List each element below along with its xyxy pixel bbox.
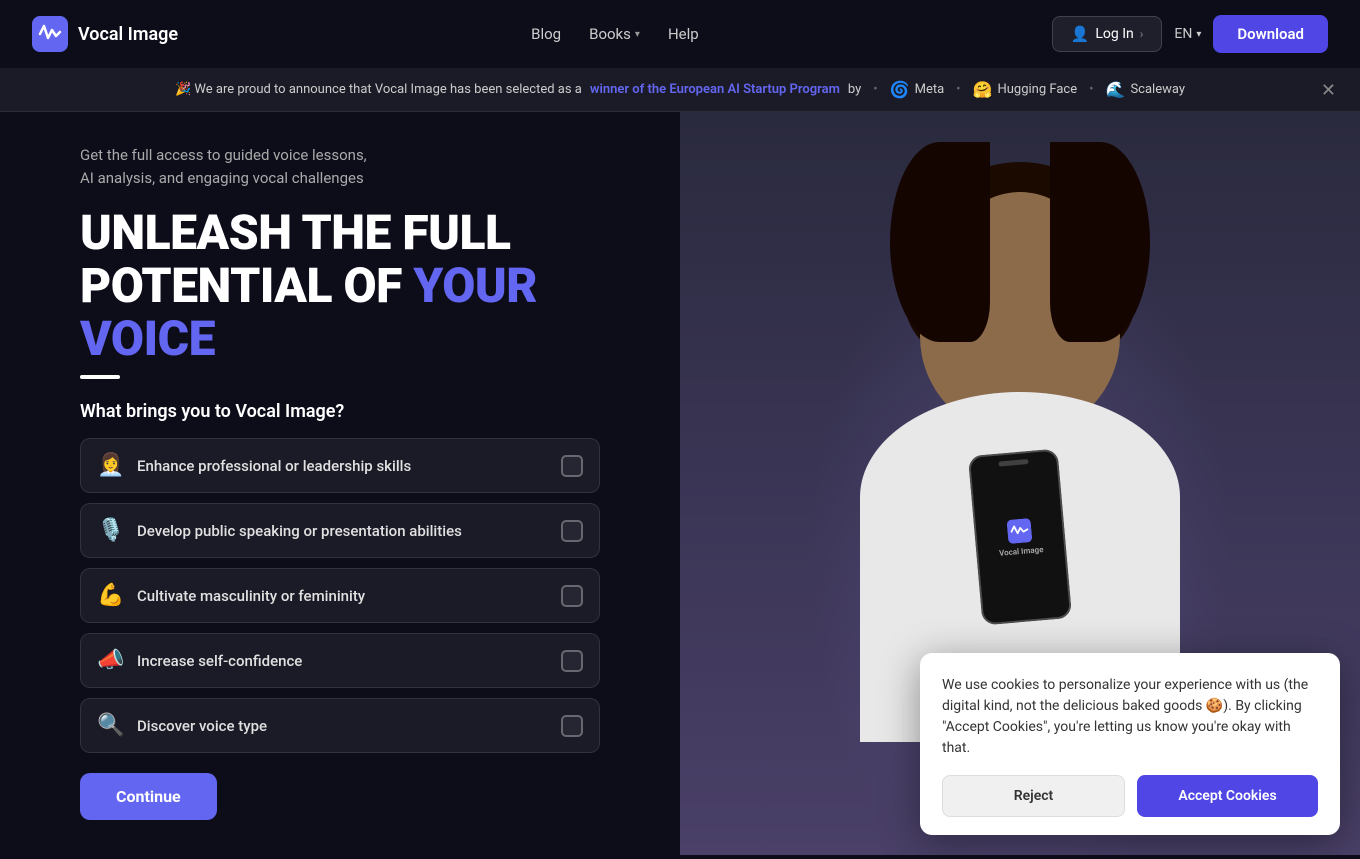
- reject-cookies-button[interactable]: Reject: [942, 775, 1125, 817]
- cookie-banner: We use cookies to personalize your exper…: [920, 653, 1340, 835]
- arrow-right-icon: ›: [1140, 27, 1144, 41]
- survey-option-4[interactable]: 🔍 Discover voice type: [80, 698, 600, 753]
- chevron-down-icon: ▾: [1196, 29, 1201, 40]
- option-emoji-2: 💪: [97, 583, 125, 608]
- option-emoji-0: 👩‍💼: [97, 453, 125, 478]
- title-divider: [80, 375, 120, 379]
- hero-title: UNLEASH THE FULL POTENTIAL OF YOUR VOICE: [80, 207, 600, 365]
- option-checkbox-4[interactable]: [561, 715, 583, 737]
- option-left-4: 🔍 Discover voice type: [97, 713, 267, 738]
- partner-meta: 🌀 Meta: [890, 80, 945, 99]
- accept-cookies-button[interactable]: Accept Cookies: [1137, 775, 1318, 817]
- option-checkbox-2[interactable]: [561, 585, 583, 607]
- navbar-logo-text: Vocal Image: [78, 24, 178, 45]
- announcement-text-after: by: [848, 82, 861, 97]
- nav-blog[interactable]: Blog: [531, 25, 561, 43]
- held-phone: Vocal Image: [968, 448, 1072, 625]
- download-button[interactable]: Download: [1213, 15, 1328, 53]
- phone-logo-icon: [1006, 518, 1032, 544]
- scaleway-icon: 🌊: [1106, 80, 1126, 99]
- nav-help[interactable]: Help: [668, 25, 699, 43]
- survey-option-0[interactable]: 👩‍💼 Enhance professional or leadership s…: [80, 438, 600, 493]
- survey-option-3[interactable]: 📣 Increase self-confidence: [80, 633, 600, 688]
- survey-option-1[interactable]: 🎙️ Develop public speaking or presentati…: [80, 503, 600, 558]
- option-label-3: Increase self-confidence: [137, 652, 302, 670]
- partner-scaleway: 🌊 Scaleway: [1106, 80, 1185, 99]
- dot-separator-2: •: [956, 82, 960, 97]
- option-left-0: 👩‍💼 Enhance professional or leadership s…: [97, 453, 411, 478]
- option-checkbox-0[interactable]: [561, 455, 583, 477]
- login-button[interactable]: 👤 Log In ›: [1052, 16, 1163, 52]
- hero-subtitle: Get the full access to guided voice less…: [80, 144, 600, 189]
- option-label-4: Discover voice type: [137, 717, 267, 735]
- navbar-nav: Blog Books ▾ Help: [531, 25, 699, 43]
- chevron-down-icon: ▾: [635, 29, 640, 40]
- left-panel: Get the full access to guided voice less…: [0, 112, 680, 855]
- option-left-2: 💪 Cultivate masculinity or femininity: [97, 583, 365, 608]
- navbar-logo-area: Vocal Image: [32, 16, 178, 52]
- meta-icon: 🌀: [890, 80, 910, 99]
- nav-books[interactable]: Books ▾: [589, 25, 640, 43]
- dot-separator: •: [873, 82, 877, 97]
- main-layout: Get the full access to guided voice less…: [0, 112, 1360, 855]
- survey-option-2[interactable]: 💪 Cultivate masculinity or femininity: [80, 568, 600, 623]
- dot-separator-3: •: [1089, 82, 1093, 97]
- phone-screen: Vocal Image: [996, 517, 1044, 558]
- partner-huggingface: 🤗 Hugging Face: [973, 80, 1078, 99]
- navbar: Vocal Image Blog Books ▾ Help 👤 Log In ›…: [0, 0, 1360, 68]
- option-emoji-4: 🔍: [97, 713, 125, 738]
- option-checkbox-1[interactable]: [561, 520, 583, 542]
- announcement-bar: 🎉 We are proud to announce that Vocal Im…: [0, 68, 1360, 112]
- language-selector[interactable]: EN ▾: [1174, 26, 1201, 42]
- phone-app-name: Vocal Image: [999, 545, 1044, 558]
- hair-volume-right: [1050, 142, 1150, 342]
- winner-link[interactable]: winner of the European AI Startup Progra…: [590, 82, 840, 97]
- huggingface-icon: 🤗: [973, 80, 993, 99]
- survey-options-list: 👩‍💼 Enhance professional or leadership s…: [80, 438, 600, 753]
- continue-button[interactable]: Continue: [80, 773, 217, 820]
- cookie-text: We use cookies to personalize your exper…: [942, 675, 1318, 759]
- announcement-text-before: 🎉 We are proud to announce that Vocal Im…: [175, 82, 582, 97]
- person-icon: 👤: [1071, 25, 1090, 43]
- option-left-1: 🎙️ Develop public speaking or presentati…: [97, 518, 462, 543]
- option-emoji-3: 📣: [97, 648, 125, 673]
- option-label-0: Enhance professional or leadership skill…: [137, 457, 411, 475]
- hair-volume-left: [890, 142, 990, 342]
- navbar-actions: 👤 Log In › EN ▾ Download: [1052, 15, 1328, 53]
- right-panel: Vocal Image We use cookies to personaliz…: [680, 112, 1360, 855]
- option-label-2: Cultivate masculinity or femininity: [137, 587, 365, 605]
- cookie-actions: Reject Accept Cookies: [942, 775, 1318, 817]
- close-announcement-button[interactable]: ✕: [1321, 81, 1336, 99]
- phone-notch: [998, 459, 1028, 467]
- option-left-3: 📣 Increase self-confidence: [97, 648, 302, 673]
- option-emoji-1: 🎙️: [97, 518, 125, 543]
- option-checkbox-3[interactable]: [561, 650, 583, 672]
- vocal-image-logo-icon: [32, 16, 68, 52]
- survey-question: What brings you to Vocal Image?: [80, 401, 600, 422]
- option-label-1: Develop public speaking or presentation …: [137, 522, 462, 540]
